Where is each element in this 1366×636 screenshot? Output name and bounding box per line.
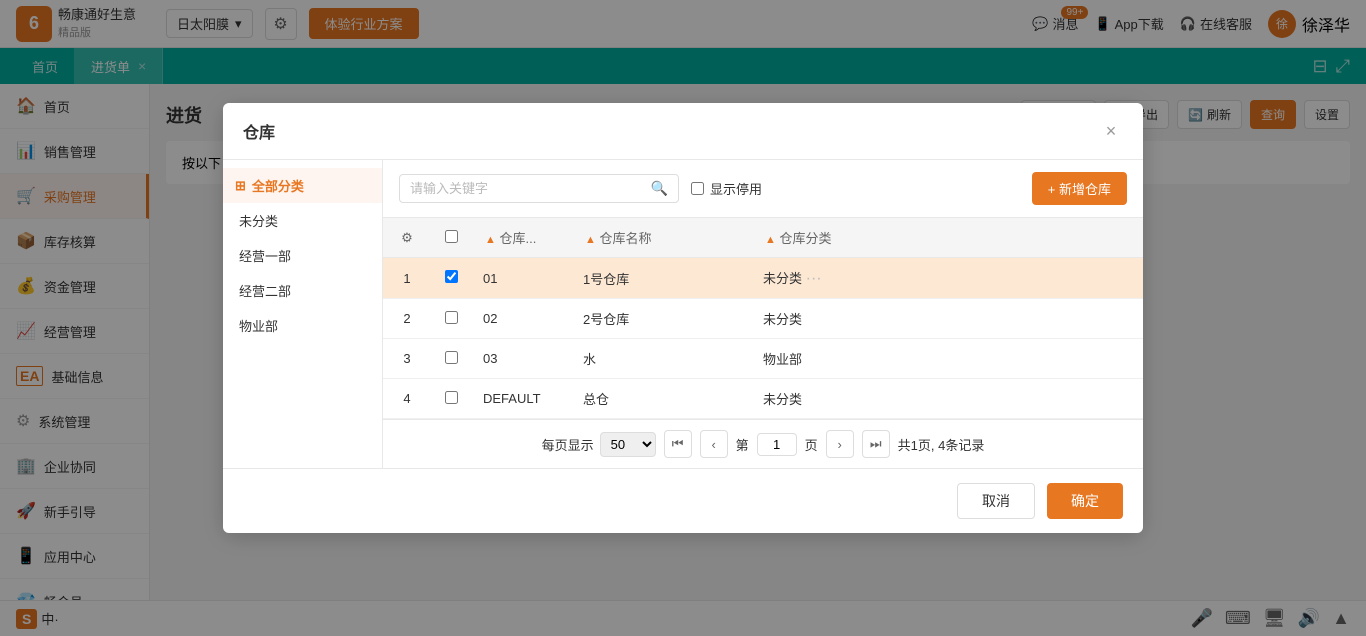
table-row[interactable]: 1 01 1号仓库 未分类 ··· bbox=[383, 258, 1143, 299]
checkbox-col-header bbox=[431, 218, 471, 258]
row-4-index: 4 bbox=[383, 379, 431, 419]
row-2-index: 2 bbox=[383, 299, 431, 339]
category-unclassified-label: 未分类 bbox=[239, 214, 278, 229]
prev-page-button[interactable]: ‹ bbox=[700, 430, 728, 458]
modal-body: ⊞ 全部分类 未分类 经营一部 经营二部 物业部 《 bbox=[223, 160, 1143, 468]
data-toolbar: 🔍 显示停用 + 新增仓库 bbox=[383, 160, 1143, 218]
warehouse-table: ⚙ ▲ 仓库... ▲ bbox=[383, 218, 1143, 419]
category-panel: ⊞ 全部分类 未分类 经营一部 经营二部 物业部 《 bbox=[223, 160, 383, 468]
first-page-button[interactable]: ⏮ bbox=[664, 430, 692, 458]
settings-col-header: ⚙ bbox=[383, 218, 431, 258]
row-1-more-icon[interactable]: ··· bbox=[806, 270, 822, 287]
code-col-label: 仓库... bbox=[500, 231, 537, 246]
all-categories-label: 全部分类 bbox=[252, 176, 304, 195]
confirm-button[interactable]: 确定 bbox=[1047, 483, 1123, 519]
last-page-button[interactable]: ⏭ bbox=[862, 430, 890, 458]
settings-col-icon: ⚙ bbox=[401, 230, 413, 245]
row-1-category: 未分类 ··· bbox=[751, 258, 1143, 299]
page-label: 第 bbox=[736, 435, 749, 454]
category-ops1-label: 经营一部 bbox=[239, 249, 291, 264]
row-2-code: 02 bbox=[471, 299, 571, 339]
warehouse-modal: 仓库 × ⊞ 全部分类 未分类 经营一部 经营二部 bbox=[223, 103, 1143, 533]
row-3-name: 水 bbox=[571, 339, 751, 379]
table-row[interactable]: 3 03 水 物业部 bbox=[383, 339, 1143, 379]
row-4-name: 总仓 bbox=[571, 379, 751, 419]
category-col-header: ▲ 仓库分类 bbox=[751, 218, 1143, 258]
table-row[interactable]: 4 DEFAULT 总仓 未分类 bbox=[383, 379, 1143, 419]
search-input[interactable] bbox=[410, 181, 645, 196]
modal-footer: 取消 确定 bbox=[223, 468, 1143, 533]
all-categories-item[interactable]: ⊞ 全部分类 bbox=[223, 168, 382, 203]
data-table-wrap: ⚙ ▲ 仓库... ▲ bbox=[383, 218, 1143, 419]
table-row[interactable]: 2 02 2号仓库 未分类 bbox=[383, 299, 1143, 339]
category-property-label: 物业部 bbox=[239, 319, 278, 334]
new-warehouse-button[interactable]: + 新增仓库 bbox=[1032, 172, 1127, 205]
row-4-checkbox-cell[interactable] bbox=[431, 379, 471, 419]
name-col-label: 仓库名称 bbox=[600, 231, 652, 246]
row-2-name: 2号仓库 bbox=[571, 299, 751, 339]
row-4-code: DEFAULT bbox=[471, 379, 571, 419]
category-collapse-button[interactable]: 《 bbox=[382, 294, 383, 334]
data-panel: 🔍 显示停用 + 新增仓库 ⚙ bbox=[383, 160, 1143, 468]
category-col-label: 仓库分类 bbox=[780, 231, 832, 246]
modal-overlay: 仓库 × ⊞ 全部分类 未分类 经营一部 经营二部 bbox=[0, 0, 1366, 636]
code-col-header: ▲ 仓库... bbox=[471, 218, 571, 258]
row-3-category: 物业部 bbox=[751, 339, 1143, 379]
category-property[interactable]: 物业部 bbox=[223, 308, 382, 343]
select-all-checkbox[interactable] bbox=[445, 230, 458, 243]
category-operations-1[interactable]: 经营一部 bbox=[223, 238, 382, 273]
row-3-checkbox-cell[interactable] bbox=[431, 339, 471, 379]
show-disabled-checkbox-label[interactable]: 显示停用 bbox=[691, 179, 762, 198]
row-2-checkbox-cell[interactable] bbox=[431, 299, 471, 339]
category-ops2-label: 经营二部 bbox=[239, 284, 291, 299]
row-1-index: 1 bbox=[383, 258, 431, 299]
row-3-index: 3 bbox=[383, 339, 431, 379]
name-col-header: ▲ 仓库名称 bbox=[571, 218, 751, 258]
modal-header: 仓库 × bbox=[223, 103, 1143, 160]
per-page-control: 每页显示 50 10 20 100 bbox=[542, 432, 656, 457]
next-page-button[interactable]: › bbox=[826, 430, 854, 458]
page-number-input[interactable] bbox=[757, 433, 797, 456]
row-1-name: 1号仓库 bbox=[571, 258, 751, 299]
show-disabled-label: 显示停用 bbox=[710, 179, 762, 198]
total-info: 共1页, 4条记录 bbox=[898, 435, 985, 454]
row-3-checkbox[interactable] bbox=[445, 351, 458, 364]
category-operations-2[interactable]: 经营二部 bbox=[223, 273, 382, 308]
row-2-category: 未分类 bbox=[751, 299, 1143, 339]
category-col-sort-icon: ▲ bbox=[765, 234, 776, 246]
row-4-checkbox[interactable] bbox=[445, 391, 458, 404]
table-header-row: ⚙ ▲ 仓库... ▲ bbox=[383, 218, 1143, 258]
name-col-sort-icon: ▲ bbox=[585, 234, 596, 246]
modal-close-button[interactable]: × bbox=[1099, 119, 1123, 143]
grid-icon: ⊞ bbox=[235, 178, 246, 194]
row-1-code: 01 bbox=[471, 258, 571, 299]
row-3-code: 03 bbox=[471, 339, 571, 379]
row-4-category: 未分类 bbox=[751, 379, 1143, 419]
pagination-bar: 每页显示 50 10 20 100 ⏮ ‹ 第 页 › ⏭ bbox=[383, 419, 1143, 468]
row-1-checkbox-cell[interactable] bbox=[431, 258, 471, 299]
cancel-button[interactable]: 取消 bbox=[957, 483, 1035, 519]
page-unit: 页 bbox=[805, 435, 818, 454]
row-1-checkbox[interactable] bbox=[445, 270, 458, 283]
search-input-wrap[interactable]: 🔍 bbox=[399, 174, 679, 203]
row-2-checkbox[interactable] bbox=[445, 311, 458, 324]
code-col-sort-icon: ▲ bbox=[485, 234, 496, 246]
per-page-label: 每页显示 bbox=[542, 435, 594, 454]
per-page-select[interactable]: 50 10 20 100 bbox=[600, 432, 656, 457]
modal-title: 仓库 bbox=[243, 119, 275, 143]
search-icon: 🔍 bbox=[651, 180, 668, 197]
show-disabled-checkbox[interactable] bbox=[691, 182, 704, 195]
category-unclassified[interactable]: 未分类 bbox=[223, 203, 382, 238]
